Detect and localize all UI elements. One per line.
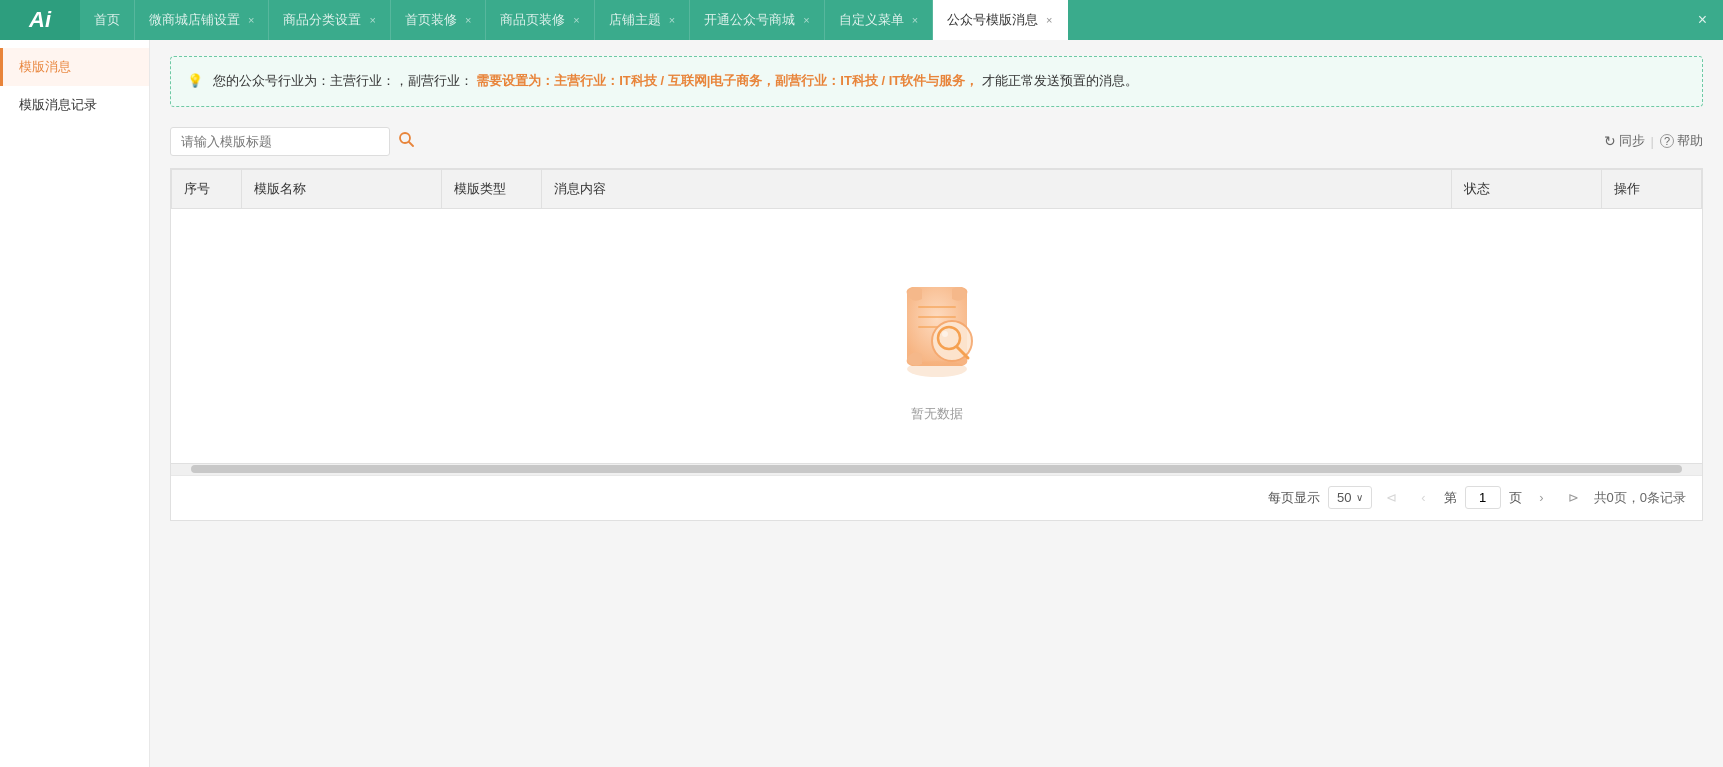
tab-wechat-store[interactable]: 微商城店铺设置 × — [135, 0, 269, 40]
page-label: 第 — [1444, 489, 1457, 507]
tab-open-mall-close[interactable]: × — [803, 14, 809, 26]
tab-open-mall[interactable]: 开通公众号商城 × — [690, 0, 824, 40]
scrollbar-area[interactable] — [171, 463, 1702, 475]
tab-home-decor[interactable]: 首页装修 × — [391, 0, 486, 40]
content-area: 💡 您的公众号行业为：主营行业：，副营行业： 需要设置为：主营行业：IT科技 /… — [150, 40, 1723, 767]
scroll-thumb[interactable] — [191, 465, 1682, 473]
help-button[interactable]: ? 帮助 — [1660, 132, 1703, 150]
search-input[interactable] — [170, 127, 390, 156]
svg-line-1 — [409, 142, 413, 146]
tab-store-theme-label: 店铺主题 — [609, 11, 661, 29]
top-nav: Ai 首页 微商城店铺设置 × 商品分类设置 × 首页装修 × 商品页装修 × … — [0, 0, 1723, 40]
page-number-input[interactable] — [1465, 486, 1501, 509]
tab-wechat-store-label: 微商城店铺设置 — [149, 11, 240, 29]
tab-store-theme[interactable]: 店铺主题 × — [595, 0, 690, 40]
tab-product-decor-close[interactable]: × — [573, 14, 579, 26]
search-icon — [398, 131, 414, 147]
sidebar-item-template-message[interactable]: 模版消息 — [0, 48, 149, 86]
tab-product-category-close[interactable]: × — [369, 14, 375, 26]
total-info: 共0页，0条记录 — [1594, 489, 1686, 507]
tab-home[interactable]: 首页 — [80, 0, 135, 40]
table-header-row: 序号 模版名称 模版类型 消息内容 状态 — [172, 169, 1702, 208]
app-logo: Ai — [0, 0, 80, 40]
lightbulb-icon: 💡 — [187, 73, 203, 88]
tab-product-category-label: 商品分类设置 — [283, 11, 361, 29]
tab-product-category[interactable]: 商品分类设置 × — [269, 0, 390, 40]
empty-state: 暂无数据 — [171, 209, 1702, 463]
tab-custom-menu[interactable]: 自定义菜单 × — [825, 0, 933, 40]
notice-box: 💡 您的公众号行业为：主营行业：，副营行业： 需要设置为：主营行业：IT科技 /… — [170, 56, 1703, 107]
per-page-value: 50 — [1337, 490, 1351, 505]
last-page-button[interactable]: ⊳ — [1562, 486, 1586, 510]
tab-home-label: 首页 — [94, 11, 120, 29]
tab-custom-menu-close[interactable]: × — [912, 14, 918, 26]
notice-prefix: 您的公众号行业为：主营行业：，副营行业： — [213, 73, 473, 88]
search-button[interactable] — [398, 131, 414, 151]
tab-template-msg[interactable]: 公众号模版消息 × — [933, 0, 1067, 40]
notice-suffix: 才能正常发送预置的消息。 — [982, 73, 1138, 88]
pagination-bar: 每页显示 50 ∨ ⊲ ‹ 第 页 › ⊳ 共0页，0条记录 — [171, 475, 1702, 520]
sync-label: 同步 — [1619, 132, 1645, 150]
th-name: 模版名称 — [242, 169, 442, 208]
sidebar-item-template-message-log[interactable]: 模版消息记录 — [0, 86, 149, 124]
tab-store-theme-close[interactable]: × — [669, 14, 675, 26]
per-page-label: 每页显示 — [1268, 489, 1320, 507]
per-page-select[interactable]: 50 ∨ — [1328, 486, 1371, 509]
empty-text: 暂无数据 — [911, 405, 963, 423]
tab-home-decor-close[interactable]: × — [465, 14, 471, 26]
sync-button[interactable]: ↻ 同步 — [1604, 132, 1645, 150]
refresh-icon: ↻ — [1604, 133, 1616, 149]
th-seq: 序号 — [172, 169, 242, 208]
next-page-button[interactable]: › — [1530, 486, 1554, 510]
tab-template-msg-label: 公众号模版消息 — [947, 11, 1038, 29]
help-label: 帮助 — [1677, 132, 1703, 150]
empty-state-icon — [877, 269, 997, 389]
prev-page-button[interactable]: ‹ — [1412, 486, 1436, 510]
sidebar: 模版消息 模版消息记录 — [0, 40, 150, 767]
notice-highlight: 需要设置为：主营行业：IT科技 / 互联网|电子商务，副营行业：IT科技 / I… — [476, 73, 978, 88]
tab-product-decor[interactable]: 商品页装修 × — [486, 0, 594, 40]
tab-template-msg-close[interactable]: × — [1046, 14, 1052, 26]
tab-product-decor-label: 商品页装修 — [500, 11, 565, 29]
search-right: ↻ 同步 | ? 帮助 — [1604, 132, 1703, 150]
divider: | — [1651, 134, 1654, 149]
tab-custom-menu-label: 自定义菜单 — [839, 11, 904, 29]
search-left — [170, 127, 414, 156]
tab-open-mall-label: 开通公众号商城 — [704, 11, 795, 29]
help-circle-icon: ? — [1660, 134, 1674, 148]
page-unit: 页 — [1509, 489, 1522, 507]
tab-home-decor-label: 首页装修 — [405, 11, 457, 29]
tab-wechat-store-close[interactable]: × — [248, 14, 254, 26]
global-close-button[interactable]: × — [1682, 11, 1723, 29]
th-type: 模版类型 — [442, 169, 542, 208]
search-bar: ↻ 同步 | ? 帮助 — [170, 127, 1703, 156]
th-action: 操作 — [1602, 169, 1702, 208]
svg-point-9 — [942, 331, 948, 337]
main-layout: 模版消息 模版消息记录 💡 您的公众号行业为：主营行业：，副营行业： 需要设置为… — [0, 40, 1723, 767]
th-status: 状态 — [1452, 169, 1602, 208]
chevron-down-icon: ∨ — [1356, 492, 1363, 503]
data-table: 序号 模版名称 模版类型 消息内容 状态 — [171, 169, 1702, 209]
th-content: 消息内容 — [542, 169, 1452, 208]
first-page-button[interactable]: ⊲ — [1380, 486, 1404, 510]
table-container: 序号 模版名称 模版类型 消息内容 状态 — [170, 168, 1703, 521]
